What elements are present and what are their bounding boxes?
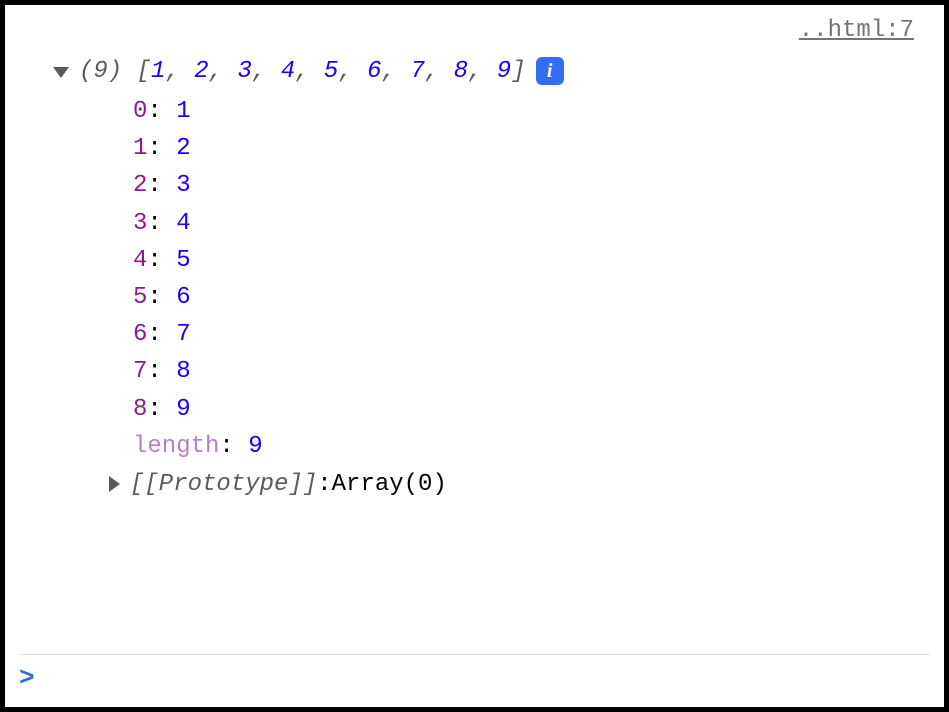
entry-index: 7 bbox=[133, 358, 147, 385]
entry-index: 5 bbox=[133, 284, 147, 311]
array-length-count: (9) bbox=[79, 58, 122, 85]
comma: , bbox=[338, 58, 367, 85]
entry-index: 1 bbox=[133, 135, 147, 162]
colon: : bbox=[147, 98, 176, 125]
entry-index: 4 bbox=[133, 247, 147, 274]
array-entry[interactable]: 5: 6 bbox=[133, 279, 924, 316]
colon: : bbox=[147, 321, 176, 348]
array-preview-value: 4 bbox=[281, 58, 295, 85]
source-link[interactable]: ..html:7 bbox=[799, 17, 914, 44]
comma: , bbox=[382, 58, 411, 85]
colon: : bbox=[219, 433, 248, 460]
entry-value: 9 bbox=[176, 396, 190, 423]
entry-value: 2 bbox=[176, 135, 190, 162]
prompt-caret-icon: > bbox=[19, 663, 35, 693]
array-preview-value: 6 bbox=[367, 58, 381, 85]
array-entry[interactable]: 1: 2 bbox=[133, 130, 924, 167]
colon: : bbox=[147, 247, 176, 274]
array-summary-row[interactable]: (9) [ 1, 2, 3, 4, 5, 6, 7, 8, 9 ] i bbox=[53, 57, 924, 85]
array-preview-value: 1 bbox=[151, 58, 165, 85]
colon: : bbox=[147, 358, 176, 385]
comma: , bbox=[425, 58, 454, 85]
entry-value: 3 bbox=[176, 172, 190, 199]
colon: : bbox=[147, 172, 176, 199]
console-prompt[interactable]: > bbox=[19, 654, 930, 693]
comma: , bbox=[209, 58, 238, 85]
array-preview-values: 1, 2, 3, 4, 5, 6, 7, 8, 9 bbox=[151, 58, 511, 85]
array-entry[interactable]: 4: 5 bbox=[133, 242, 924, 279]
colon: : bbox=[147, 210, 176, 237]
array-entry[interactable]: 0: 1 bbox=[133, 93, 924, 130]
comma: , bbox=[468, 58, 497, 85]
entry-value: 8 bbox=[176, 358, 190, 385]
entry-value: 5 bbox=[176, 247, 190, 274]
entry-value: 6 bbox=[176, 284, 190, 311]
colon: : bbox=[147, 396, 176, 423]
info-icon[interactable]: i bbox=[536, 57, 564, 85]
open-bracket: [ bbox=[137, 58, 151, 85]
array-entry[interactable]: 2: 3 bbox=[133, 167, 924, 204]
array-preview-value: 3 bbox=[237, 58, 251, 85]
length-key: length bbox=[133, 433, 219, 460]
entry-value: 1 bbox=[176, 98, 190, 125]
entry-value: 4 bbox=[176, 210, 190, 237]
entry-index: 3 bbox=[133, 210, 147, 237]
entry-value: 7 bbox=[176, 321, 190, 348]
array-entry[interactable]: 7: 8 bbox=[133, 353, 924, 390]
colon: : bbox=[147, 135, 176, 162]
close-bracket: ] bbox=[511, 58, 525, 85]
chevron-down-icon[interactable] bbox=[53, 67, 69, 78]
comma: , bbox=[295, 58, 324, 85]
array-preview-value: 8 bbox=[454, 58, 468, 85]
array-entry[interactable]: 6: 7 bbox=[133, 316, 924, 353]
prototype-row[interactable]: [[Prototype]] : Array(0) bbox=[109, 471, 924, 498]
array-preview-value: 9 bbox=[497, 58, 511, 85]
entry-index: 8 bbox=[133, 396, 147, 423]
comma: , bbox=[165, 58, 194, 85]
comma: , bbox=[252, 58, 281, 85]
array-preview-value: 2 bbox=[194, 58, 208, 85]
prototype-value: Array(0) bbox=[332, 471, 447, 498]
chevron-right-icon[interactable] bbox=[109, 476, 120, 492]
entry-index: 2 bbox=[133, 172, 147, 199]
array-entries: 0: 11: 22: 33: 44: 55: 66: 77: 88: 9leng… bbox=[133, 93, 924, 465]
console-output: (9) [ 1, 2, 3, 4, 5, 6, 7, 8, 9 ] i 0: 1… bbox=[25, 57, 924, 498]
array-preview-value: 5 bbox=[324, 58, 338, 85]
array-preview-value: 7 bbox=[410, 58, 424, 85]
entry-index: 6 bbox=[133, 321, 147, 348]
array-entry[interactable]: 8: 9 bbox=[133, 391, 924, 428]
prototype-key: [[Prototype]] bbox=[130, 471, 317, 498]
length-row[interactable]: length: 9 bbox=[133, 428, 924, 465]
colon: : bbox=[317, 471, 331, 498]
array-entry[interactable]: 3: 4 bbox=[133, 205, 924, 242]
length-value: 9 bbox=[248, 433, 262, 460]
entry-index: 0 bbox=[133, 98, 147, 125]
colon: : bbox=[147, 284, 176, 311]
